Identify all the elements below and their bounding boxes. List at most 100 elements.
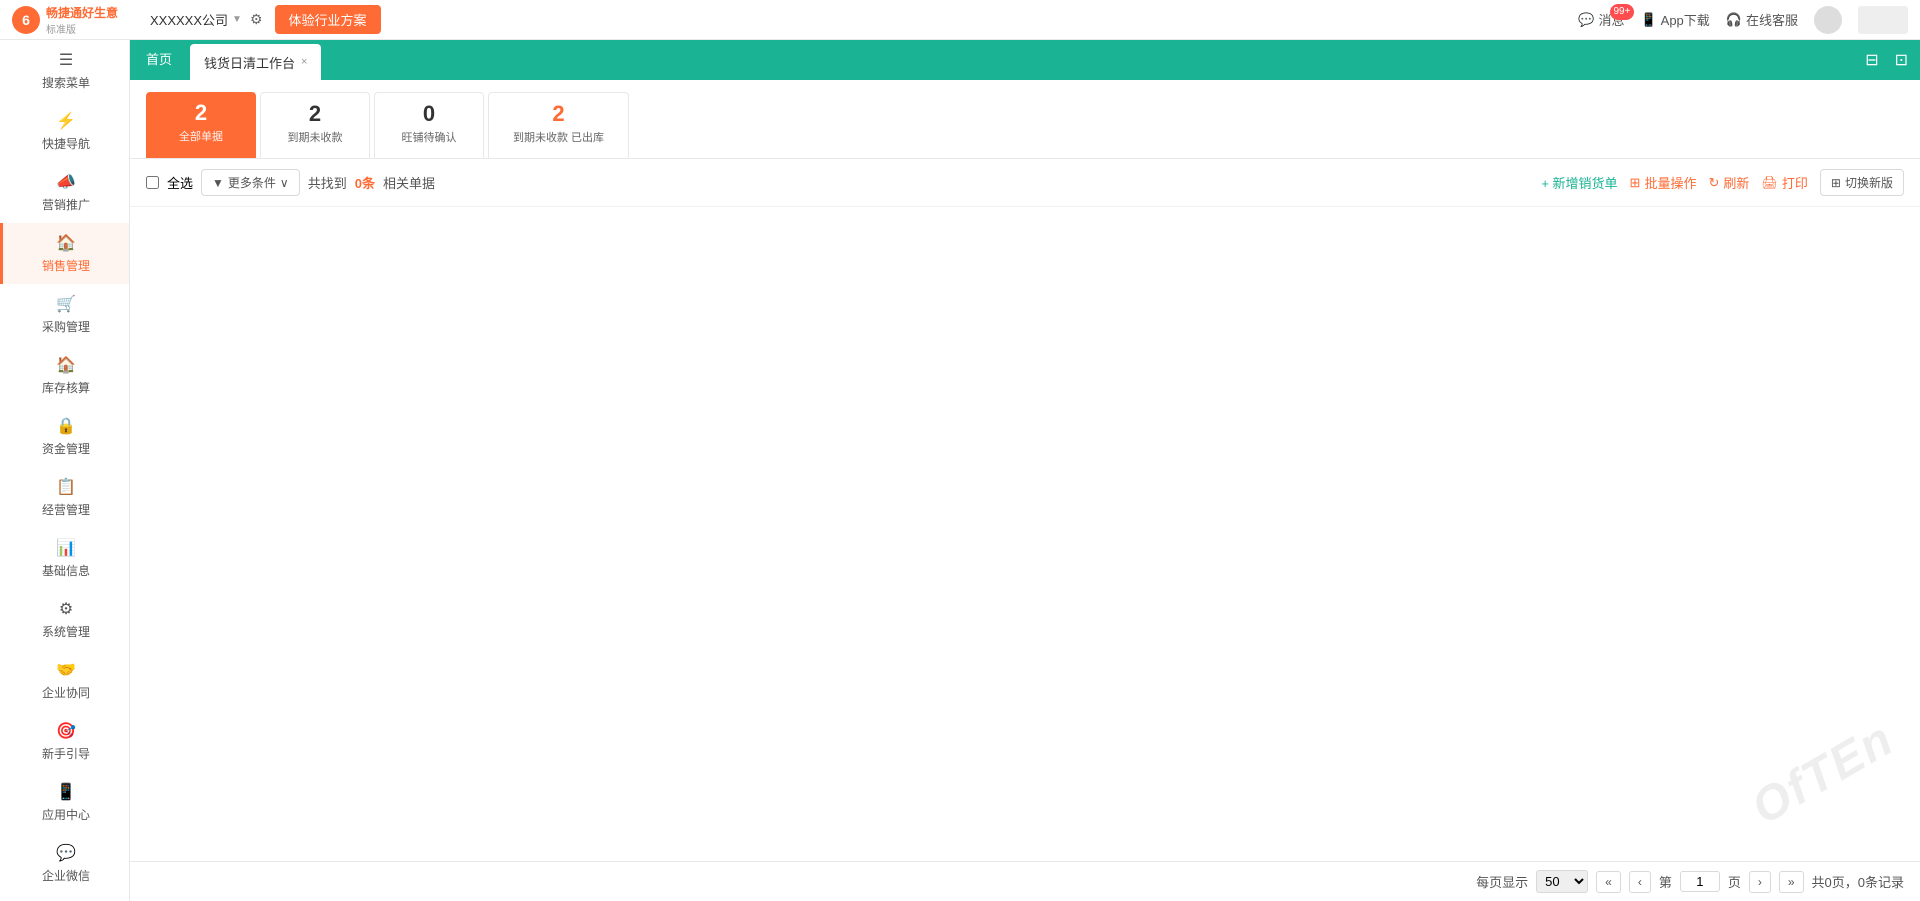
basic-info-icon: 📊	[56, 538, 76, 558]
search-menu-icon: ☰	[59, 50, 73, 70]
refresh-label: 刷新	[1723, 173, 1749, 192]
stat-label-all: 全部单据	[179, 128, 223, 144]
stat-tab-all[interactable]: 2 全部单据	[146, 92, 256, 158]
batch-icon: ⊞	[1630, 175, 1641, 191]
refresh-btn[interactable]: ↻ 刷新	[1708, 173, 1749, 192]
stat-label-pending: 旺铺待确认	[402, 129, 457, 145]
tab-bar: 首页 钱货日清工作台 × ⊟ ⊡	[130, 40, 1920, 80]
tab-actions: ⊟ ⊡	[1861, 50, 1920, 70]
tab-minimize-btn[interactable]: ⊟	[1861, 50, 1882, 70]
logo-text: 畅捷通好生意 标准版	[46, 4, 118, 36]
batch-btn[interactable]: ⊞ 批量操作	[1630, 173, 1697, 192]
stat-label-overdue: 到期未收款	[288, 129, 343, 145]
tab-home[interactable]: 首页	[130, 40, 188, 80]
print-btn[interactable]: 🖨 打印	[1761, 173, 1808, 192]
message-badge: 99+	[1610, 4, 1635, 20]
tab-close-btn[interactable]: ×	[301, 56, 307, 68]
tab-current[interactable]: 钱货日清工作台 ×	[190, 44, 321, 80]
tab-maximize-btn[interactable]: ⊡	[1891, 50, 1912, 70]
page-input[interactable]	[1680, 871, 1720, 892]
experience-btn[interactable]: 体验行业方案	[275, 5, 381, 34]
top-header: 6 畅捷通好生意 标准版 XXXXXX公司 ▼ ⚙ 体验行业方案 💬 消息 99…	[0, 0, 1920, 40]
purchase-icon: 🛒	[56, 294, 76, 314]
inventory-icon: 🏠	[56, 355, 76, 375]
app-center-icon: 📱	[56, 782, 76, 802]
next-page-btn[interactable]: ›	[1749, 871, 1771, 893]
sidebar-item-operation[interactable]: 📋 经营管理	[0, 467, 129, 528]
app-download-item[interactable]: 📱 App下载	[1640, 10, 1709, 29]
select-all-checkbox[interactable]	[146, 176, 159, 189]
sidebar-item-basic-info[interactable]: 📊 基础信息	[0, 528, 129, 589]
basic-info-label: 基础信息	[42, 562, 90, 579]
service-icon: 🎧	[1726, 12, 1742, 28]
select-all-label: 全选	[167, 173, 193, 192]
last-page-btn[interactable]: »	[1779, 871, 1804, 893]
quick-nav-icon: ⚡	[56, 111, 76, 131]
system-label: 系统管理	[42, 623, 90, 640]
stat-num-overdue-out: 2	[552, 101, 564, 127]
sidebar-item-marketing[interactable]: 📣 营销推广	[0, 162, 129, 223]
sidebar-item-sales[interactable]: 🏠 销售管理	[0, 223, 129, 284]
message-icon: 💬	[1578, 12, 1594, 28]
message-icon-item[interactable]: 💬 消息 99+	[1578, 10, 1624, 29]
enterprise-wx-icon: 💬	[56, 843, 76, 863]
sidebar-item-system[interactable]: ⚙ 系统管理	[0, 589, 129, 650]
stat-tab-overdue[interactable]: 2 到期未收款	[260, 92, 370, 158]
sidebar-item-search-menu[interactable]: ☰ 搜索菜单	[0, 40, 129, 101]
sidebar-item-finance[interactable]: 🔒 资金管理	[0, 406, 129, 467]
sidebar-item-enterprise[interactable]: 🤝 企业协同	[0, 650, 129, 711]
switch-label: 切换新版	[1845, 174, 1893, 191]
filter-label: 更多条件	[228, 174, 276, 191]
per-page-label: 每页显示	[1476, 872, 1528, 891]
filter-arrow: ∨	[280, 176, 289, 190]
company-name: XXXXXX公司	[150, 10, 228, 29]
header-right: 💬 消息 99+ 📱 App下载 🎧 在线客服	[1578, 6, 1908, 34]
pagination-bar: 每页显示 50 100 200 « ‹ 第 页 › » 共0页，0条记录	[130, 861, 1920, 901]
purchase-label: 采购管理	[42, 318, 90, 335]
stats-tabs: 2 全部单据2 到期未收款0 旺铺待确认2 到期未收款 已出库	[130, 80, 1920, 159]
main-content: 2 全部单据2 到期未收款0 旺铺待确认2 到期未收款 已出库 全选 ▼ 更多条…	[130, 80, 1920, 901]
toolbar: 全选 ▼ 更多条件 ∨ 共找到 0条 相关单据 + 新增销货单 ⊞ 批量操作 ↻	[130, 159, 1920, 207]
stat-num-pending: 0	[423, 101, 435, 127]
stat-tab-pending[interactable]: 0 旺铺待确认	[374, 92, 484, 158]
avatar[interactable]	[1814, 6, 1842, 34]
toolbar-right: + 新增销货单 ⊞ 批量操作 ↻ 刷新 🖨 打印 ⊞ 切换新版	[1541, 169, 1904, 196]
per-page-select[interactable]: 50 100 200	[1536, 870, 1588, 893]
finance-icon: 🔒	[56, 416, 76, 436]
print-label: 打印	[1782, 173, 1808, 192]
operation-label: 经营管理	[42, 501, 90, 518]
online-service-item[interactable]: 🎧 在线客服	[1726, 10, 1798, 29]
sidebar-item-newbie[interactable]: 🎯 新手引导	[0, 711, 129, 772]
total-records: 共0页，0条记录	[1812, 872, 1904, 891]
refresh-icon: ↻	[1708, 175, 1719, 191]
sidebar-item-member[interactable]: ▽ 畅会员	[0, 894, 129, 901]
watermark: OfTEn	[1743, 711, 1904, 836]
filter-btn[interactable]: ▼ 更多条件 ∨	[201, 169, 300, 196]
quick-nav-label: 快捷导航	[42, 135, 90, 152]
add-sales-btn[interactable]: + 新增销货单	[1541, 173, 1617, 192]
first-page-btn[interactable]: «	[1596, 871, 1621, 893]
stat-tab-overdue-out[interactable]: 2 到期未收款 已出库	[488, 92, 629, 158]
found-prefix: 共找到	[308, 173, 347, 192]
found-count: 0条	[355, 173, 375, 192]
marketing-label: 营销推广	[42, 196, 90, 213]
page-label: 第	[1659, 872, 1672, 891]
sidebar-item-enterprise-wx[interactable]: 💬 企业微信	[0, 833, 129, 894]
sidebar-item-app-center[interactable]: 📱 应用中心	[0, 772, 129, 833]
company-selector[interactable]: XXXXXX公司 ▼	[150, 10, 242, 29]
sidebar-item-purchase[interactable]: 🛒 采购管理	[0, 284, 129, 345]
enterprise-icon: 🤝	[56, 660, 76, 680]
finance-label: 资金管理	[42, 440, 90, 457]
content-area: 2 全部单据2 到期未收款0 旺铺待确认2 到期未收款 已出库 全选 ▼ 更多条…	[130, 80, 1920, 901]
settings-icon[interactable]: ⚙	[250, 11, 263, 28]
stat-num-overdue: 2	[309, 101, 321, 127]
sidebar-item-quick-nav[interactable]: ⚡ 快捷导航	[0, 101, 129, 162]
search-menu-label: 搜索菜单	[42, 74, 90, 91]
sidebar-item-inventory[interactable]: 🏠 库存核算	[0, 345, 129, 406]
print-icon: 🖨	[1761, 175, 1778, 191]
batch-label: 批量操作	[1644, 173, 1696, 192]
tab-label: 钱货日清工作台	[204, 53, 295, 72]
company-dropdown-arrow: ▼	[232, 14, 242, 25]
prev-page-btn[interactable]: ‹	[1629, 871, 1651, 893]
switch-new-version-btn[interactable]: ⊞ 切换新版	[1820, 169, 1904, 196]
